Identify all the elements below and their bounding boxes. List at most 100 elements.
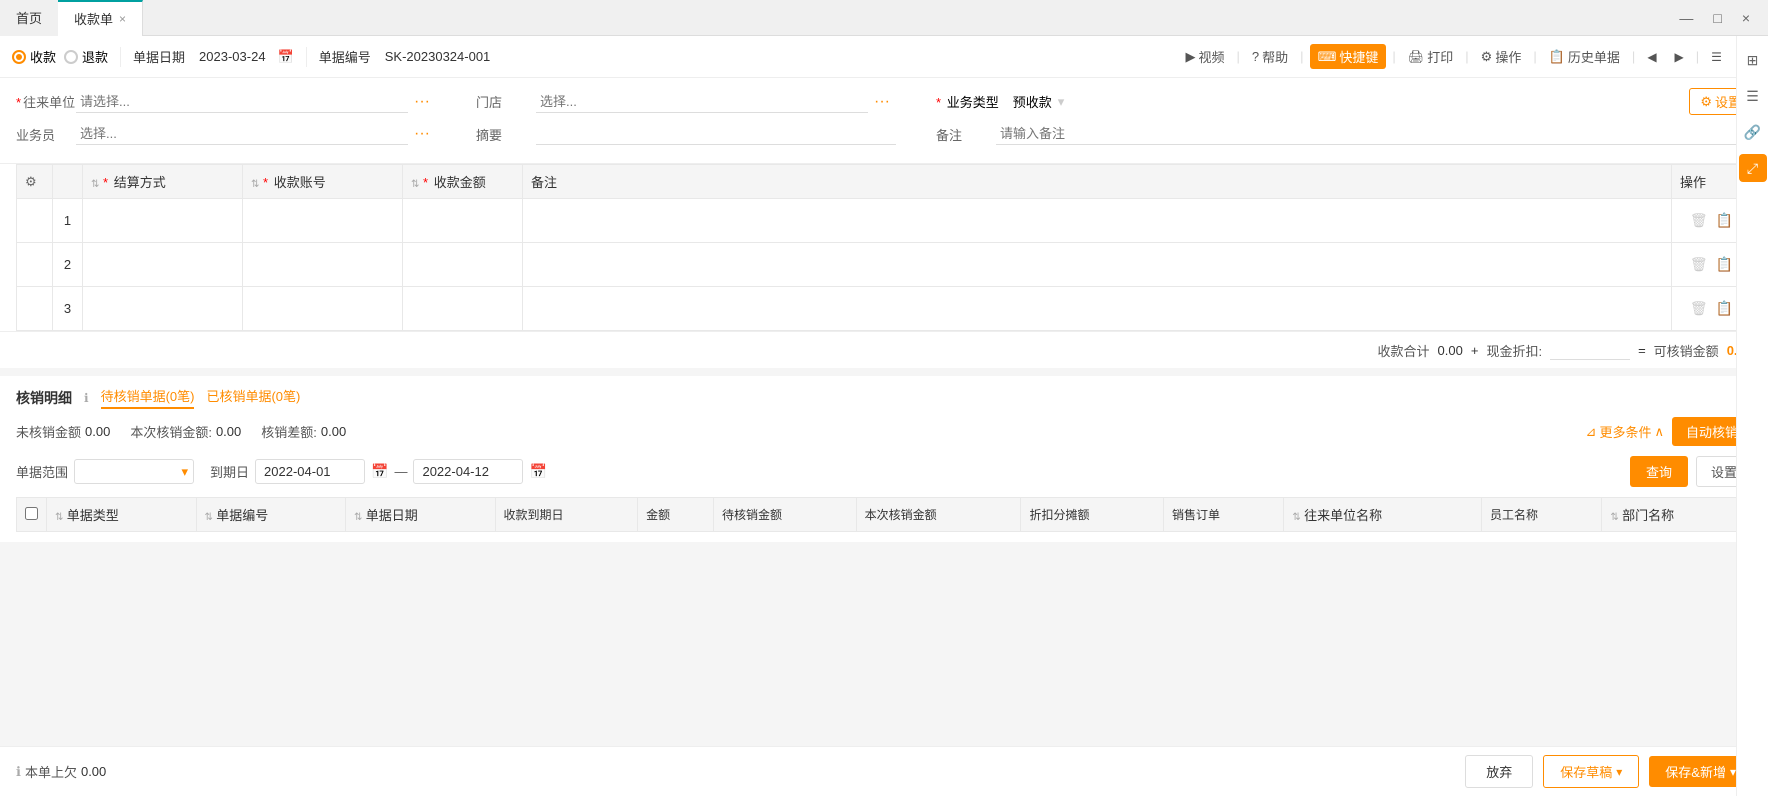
operation-button[interactable]: ⚙ 操作 [1475, 44, 1528, 69]
save-new-label: 保存&新增 [1665, 762, 1726, 781]
due-end-input[interactable] [413, 459, 523, 484]
discount-input[interactable] [1550, 340, 1630, 360]
close-window-button[interactable]: × [1736, 8, 1756, 28]
salesperson-more-button[interactable]: ··· [408, 125, 436, 143]
table-row: 3 🗑 📋 [17, 287, 1752, 331]
row-3-num: 3 [53, 287, 83, 331]
copy-icon[interactable]: 📋 [1716, 300, 1733, 317]
sidebar-list-icon[interactable]: ☰ [1739, 82, 1767, 110]
row-2-remark[interactable] [523, 243, 1672, 287]
query-button[interactable]: 查询 [1630, 456, 1688, 487]
diff-label: 核销差额: [261, 422, 317, 441]
total-label: 收款合计 [1378, 341, 1430, 360]
sidebar-expand-icon[interactable]: ⤢ [1739, 154, 1767, 182]
partner-input[interactable] [76, 91, 408, 113]
dropdown-arrow-icon[interactable]: ▾ [1058, 94, 1065, 110]
range-select-wrap [74, 459, 194, 484]
help-button[interactable]: ? 帮助 [1246, 44, 1294, 69]
shop-label: 门店 [476, 92, 536, 111]
shop-more-button[interactable]: ··· [868, 93, 896, 111]
salesperson-input[interactable] [76, 123, 408, 145]
row-3-amount[interactable] [403, 287, 523, 331]
row-2-settlement[interactable] [83, 243, 243, 287]
toolbar-right: ▶ 视频 | ? 帮助 | ⌨ 快捷键 | 🖨 打印 | ⚙ 操作 | 📋 历史… [1180, 44, 1756, 69]
copy-icon[interactable]: 📋 [1716, 212, 1733, 229]
prev-button[interactable]: ◀ [1641, 47, 1662, 67]
radio-receipt[interactable]: 收款 [12, 47, 56, 66]
save-draft-button[interactable]: 保存草稿 ▾ [1543, 755, 1639, 788]
partner-field: *往来单位 ··· [16, 91, 436, 113]
copy-icon[interactable]: 📋 [1716, 256, 1733, 273]
more-conditions-button[interactable]: ⊿ 更多条件 ∧ [1586, 422, 1664, 441]
form-row-2: 业务员 ··· 摘要 备注 [16, 123, 1752, 145]
row-1-settlement[interactable] [83, 199, 243, 243]
calendar-start-icon[interactable]: 📅 [371, 463, 388, 480]
save-draft-label: 保存草稿 [1560, 762, 1612, 781]
footer-value: 0.00 [81, 764, 106, 779]
maximize-button[interactable]: □ [1707, 8, 1727, 28]
business-type-label: * 业务类型 [936, 92, 999, 111]
delete-icon[interactable]: 🗑 [1690, 300, 1708, 317]
sidebar-attachment-icon[interactable]: 🔗 [1739, 118, 1767, 146]
video-button[interactable]: ▶ 视频 [1180, 44, 1231, 69]
col-amount: 金额 [638, 498, 714, 532]
diff-value: 0.00 [321, 424, 346, 439]
calendar-end-icon[interactable]: 📅 [529, 463, 546, 480]
row-3-actions: 🗑 📋 [1680, 300, 1743, 317]
diff-stat: 核销差额: 0.00 [261, 422, 346, 441]
footer: ℹ 本单上欠 0.00 放弃 保存草稿 ▾ 保存&新增 ▾ [0, 746, 1768, 796]
delete-icon[interactable]: 🗑 [1690, 256, 1708, 273]
row-1-account[interactable] [243, 199, 403, 243]
delete-icon[interactable]: 🗑 [1690, 212, 1708, 229]
filter-fields: 单据范围 到期日 📅 — 📅 查询 设置 [16, 456, 1752, 487]
summary-input[interactable] [536, 123, 896, 145]
next-button[interactable]: ▶ [1669, 47, 1690, 67]
table-gear-icon[interactable]: ⚙ [25, 174, 37, 189]
print-button[interactable]: 🖨 打印 [1402, 44, 1460, 69]
range-select[interactable] [74, 459, 194, 484]
due-start-input[interactable] [255, 459, 365, 484]
shop-input[interactable] [536, 91, 868, 113]
tab-home[interactable]: 首页 [0, 0, 58, 36]
print-icon: 🖨 [1408, 49, 1425, 65]
list-view-button[interactable]: ☰ [1705, 47, 1728, 67]
number-label: 单据编号 [319, 47, 371, 66]
shortcut-button[interactable]: ⌨ 快捷键 [1310, 44, 1387, 69]
row-3-settlement[interactable] [83, 287, 243, 331]
radio-refund-label: 退款 [82, 47, 108, 66]
table-row: 1 🗑 📋 [17, 199, 1752, 243]
salesperson-label: 业务员 [16, 125, 76, 144]
row-2-account[interactable] [243, 243, 403, 287]
row-1-remark[interactable] [523, 199, 1672, 243]
date-value: 2023-03-24 [199, 49, 266, 64]
col-pending: 待核销金额 [714, 498, 857, 532]
tab-done[interactable]: 已核销单据(0笔) [206, 386, 300, 409]
history-button[interactable]: 📋 历史单据 [1543, 44, 1626, 69]
row-3-remark[interactable] [523, 287, 1672, 331]
number-value: SK-20230324-001 [385, 49, 491, 64]
save-draft-arrow: ▾ [1616, 765, 1622, 779]
tab-pending[interactable]: 待核销单据(0笔) [101, 386, 195, 409]
row-3-account[interactable] [243, 287, 403, 331]
sidebar-table-icon[interactable]: ⊞ [1739, 46, 1767, 74]
radio-refund[interactable]: 退款 [64, 47, 108, 66]
row-1-amount[interactable] [403, 199, 523, 243]
calendar-icon[interactable]: 📅 [278, 49, 294, 65]
info-icon[interactable]: ℹ [84, 391, 89, 405]
toolbar: 收款 退款 单据日期 2023-03-24 📅 单据编号 SK-20230324… [0, 36, 1768, 78]
partner-more-button[interactable]: ··· [408, 93, 436, 111]
window-controls: — □ × [1673, 8, 1768, 28]
close-icon[interactable]: × [119, 12, 126, 26]
col-partner-name: ⇅ 往来单位名称 [1284, 498, 1482, 532]
minimize-button[interactable]: — [1673, 8, 1699, 28]
row-2-amount[interactable] [403, 243, 523, 287]
divider-2 [306, 47, 307, 67]
select-all-checkbox[interactable] [25, 507, 38, 520]
abandon-button[interactable]: 放弃 [1465, 755, 1533, 788]
tab-receipt[interactable]: 收款单 × [58, 0, 143, 36]
note-input[interactable] [996, 123, 1752, 145]
right-sidebar: ⊞ ☰ 🔗 ⤢ [1736, 36, 1768, 796]
date-field: 单据日期 2023-03-24 📅 [133, 47, 294, 66]
tab-home-label: 首页 [16, 8, 42, 27]
footer-info-icon[interactable]: ℹ [16, 764, 21, 780]
